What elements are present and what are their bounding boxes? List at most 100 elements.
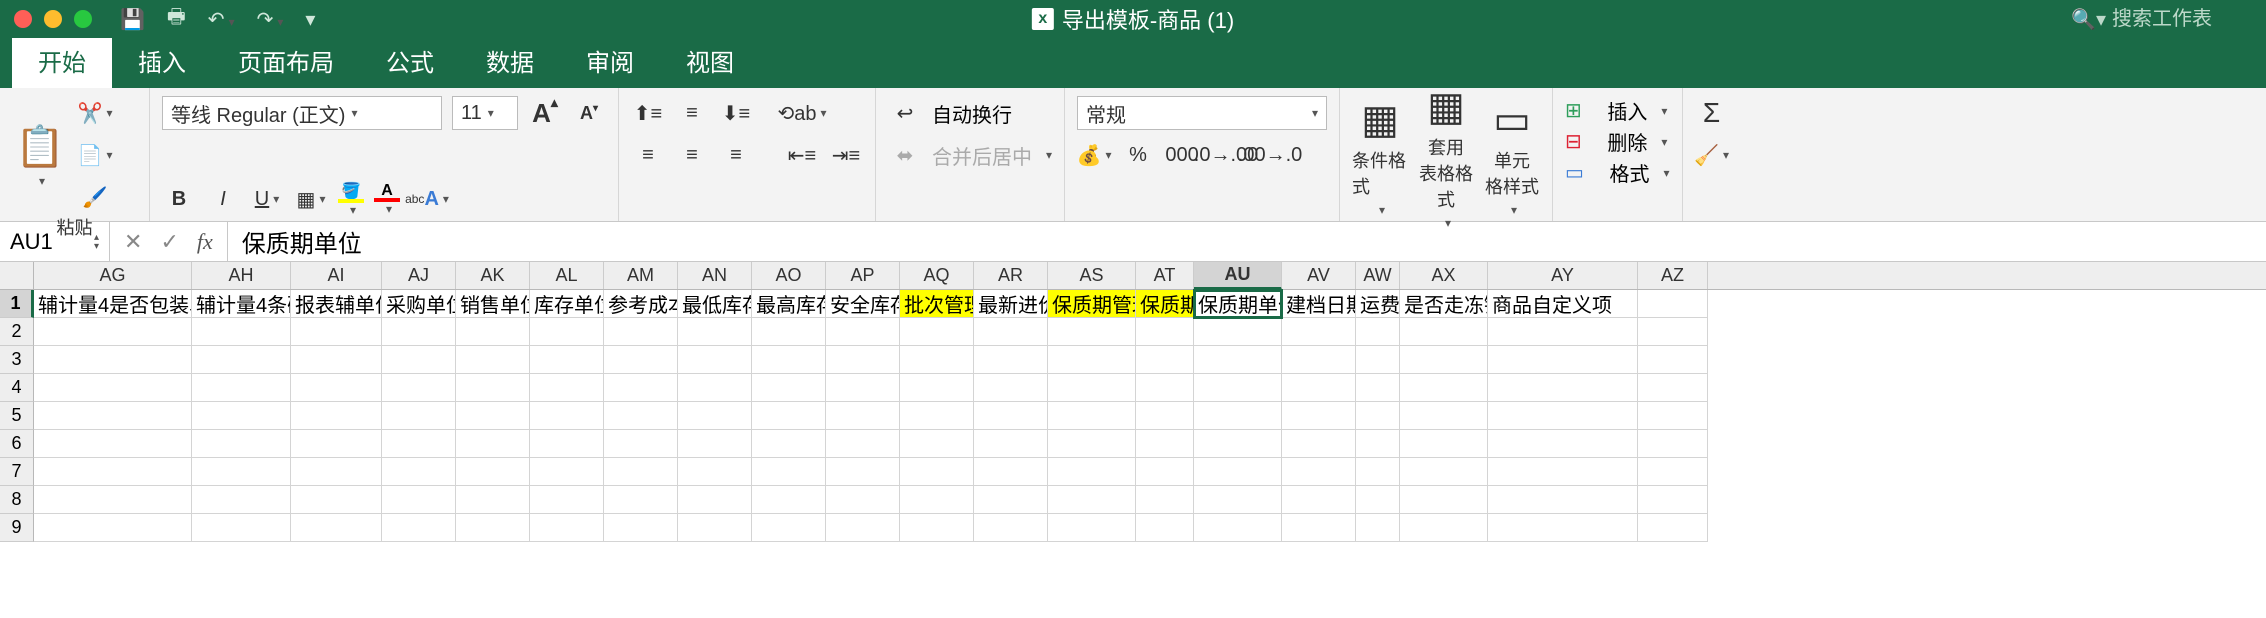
cell-AW3[interactable] <box>1356 346 1400 374</box>
close-window-button[interactable] <box>14 10 32 28</box>
cell-AU3[interactable] <box>1194 346 1282 374</box>
qat-customize-button[interactable]: ▾ <box>305 7 315 32</box>
cell-AG8[interactable] <box>34 486 192 514</box>
insert-cells-button[interactable]: ⊞ 插入 <box>1565 96 1670 125</box>
orientation-button[interactable]: ⟲ab <box>785 96 819 130</box>
cell-AZ7[interactable] <box>1638 458 1708 486</box>
cell-AW9[interactable] <box>1356 514 1400 542</box>
cell-AK8[interactable] <box>456 486 530 514</box>
cell-AW5[interactable] <box>1356 402 1400 430</box>
enter-formula-button[interactable]: ✓ <box>160 229 178 255</box>
cell-AY1[interactable]: 商品自定义项 <box>1488 290 1638 318</box>
cell-AN6[interactable] <box>678 430 752 458</box>
decrease-decimal-button[interactable]: .00→.0 <box>1253 138 1287 172</box>
decrease-font-button[interactable]: A▾ <box>572 96 606 130</box>
cell-AQ7[interactable] <box>900 458 974 486</box>
cell-AT5[interactable] <box>1136 402 1194 430</box>
cell-AZ1[interactable] <box>1638 290 1708 318</box>
cell-AP2[interactable] <box>826 318 900 346</box>
col-header-AT[interactable]: AT <box>1136 262 1194 289</box>
cell-AY9[interactable] <box>1488 514 1638 542</box>
tab-插入[interactable]: 插入 <box>112 33 212 88</box>
cell-AT8[interactable] <box>1136 486 1194 514</box>
cell-AI8[interactable] <box>291 486 382 514</box>
cell-AG4[interactable] <box>34 374 192 402</box>
cell-AQ2[interactable] <box>900 318 974 346</box>
cell-AI7[interactable] <box>291 458 382 486</box>
cell-AX5[interactable] <box>1400 402 1488 430</box>
cell-AO4[interactable] <box>752 374 826 402</box>
underline-button[interactable]: U <box>250 182 284 216</box>
name-box-stepper[interactable]: ▴▾ <box>88 233 99 251</box>
cell-AL1[interactable]: 库存单位 <box>530 290 604 318</box>
cell-AX3[interactable] <box>1400 346 1488 374</box>
row-header-6[interactable]: 6 <box>0 430 34 458</box>
cell-AO3[interactable] <box>752 346 826 374</box>
cell-AZ5[interactable] <box>1638 402 1708 430</box>
tab-公式[interactable]: 公式 <box>360 33 460 88</box>
cell-AN1[interactable]: 最低库存 <box>678 290 752 318</box>
cell-AG7[interactable] <box>34 458 192 486</box>
cell-AS4[interactable] <box>1048 374 1136 402</box>
select-all-corner[interactable] <box>0 262 34 289</box>
bold-button[interactable]: B <box>162 182 196 216</box>
cell-AG5[interactable] <box>34 402 192 430</box>
cell-AI3[interactable] <box>291 346 382 374</box>
align-right-button[interactable]: ≡ <box>719 138 753 172</box>
cell-AV9[interactable] <box>1282 514 1356 542</box>
col-header-AQ[interactable]: AQ <box>900 262 974 289</box>
cell-AO7[interactable] <box>752 458 826 486</box>
autosum-button[interactable]: Σ <box>1695 96 1729 130</box>
cell-AV5[interactable] <box>1282 402 1356 430</box>
cell-AS9[interactable] <box>1048 514 1136 542</box>
undo-button[interactable]: ↶ <box>208 7 235 32</box>
cell-AW1[interactable]: 运费 <box>1356 290 1400 318</box>
cell-AJ3[interactable] <box>382 346 456 374</box>
cell-AZ9[interactable] <box>1638 514 1708 542</box>
cell-AU7[interactable] <box>1194 458 1282 486</box>
cell-AR4[interactable] <box>974 374 1048 402</box>
cell-AM6[interactable] <box>604 430 678 458</box>
cell-AK9[interactable] <box>456 514 530 542</box>
cell-AN7[interactable] <box>678 458 752 486</box>
cell-AX7[interactable] <box>1400 458 1488 486</box>
col-header-AL[interactable]: AL <box>530 262 604 289</box>
align-center-button[interactable]: ≡ <box>675 138 709 172</box>
cell-AS6[interactable] <box>1048 430 1136 458</box>
cell-AO9[interactable] <box>752 514 826 542</box>
format-as-table-button[interactable]: ▦ 套用 表格格式 <box>1418 121 1474 193</box>
cell-AL2[interactable] <box>530 318 604 346</box>
formula-input[interactable]: 保质期单位 <box>228 224 2266 259</box>
row-header-1[interactable]: 1 <box>0 290 34 318</box>
cell-AP7[interactable] <box>826 458 900 486</box>
italic-button[interactable]: I <box>206 182 240 216</box>
cell-AO1[interactable]: 最高库存 <box>752 290 826 318</box>
search-input[interactable] <box>2112 8 2252 31</box>
phonetic-button[interactable]: abcA <box>410 182 444 216</box>
percent-button[interactable]: % <box>1121 138 1155 172</box>
col-header-AK[interactable]: AK <box>456 262 530 289</box>
cell-AJ9[interactable] <box>382 514 456 542</box>
row-header-7[interactable]: 7 <box>0 458 34 486</box>
cell-AK2[interactable] <box>456 318 530 346</box>
cell-AR1[interactable]: 最新进价 <box>974 290 1048 318</box>
align-left-button[interactable]: ≡ <box>631 138 665 172</box>
cut-button[interactable]: ✂️ <box>78 96 112 130</box>
cell-AJ7[interactable] <box>382 458 456 486</box>
cell-AR6[interactable] <box>974 430 1048 458</box>
cell-AG2[interactable] <box>34 318 192 346</box>
cell-AJ8[interactable] <box>382 486 456 514</box>
cell-AI4[interactable] <box>291 374 382 402</box>
paste-button[interactable]: 📋 <box>12 119 68 191</box>
merge-center-button[interactable]: ⬌ 合并后居中 <box>888 138 1052 172</box>
cell-AV8[interactable] <box>1282 486 1356 514</box>
increase-font-button[interactable]: A▴ <box>528 96 562 130</box>
row-header-3[interactable]: 3 <box>0 346 34 374</box>
cell-AS8[interactable] <box>1048 486 1136 514</box>
cell-AQ5[interactable] <box>900 402 974 430</box>
format-painter-button[interactable]: 🖌️ <box>78 180 112 214</box>
cell-styles-button[interactable]: ▭ 单元 格样式 <box>1484 121 1540 193</box>
cell-AK4[interactable] <box>456 374 530 402</box>
cell-AH3[interactable] <box>192 346 291 374</box>
cell-AR8[interactable] <box>974 486 1048 514</box>
